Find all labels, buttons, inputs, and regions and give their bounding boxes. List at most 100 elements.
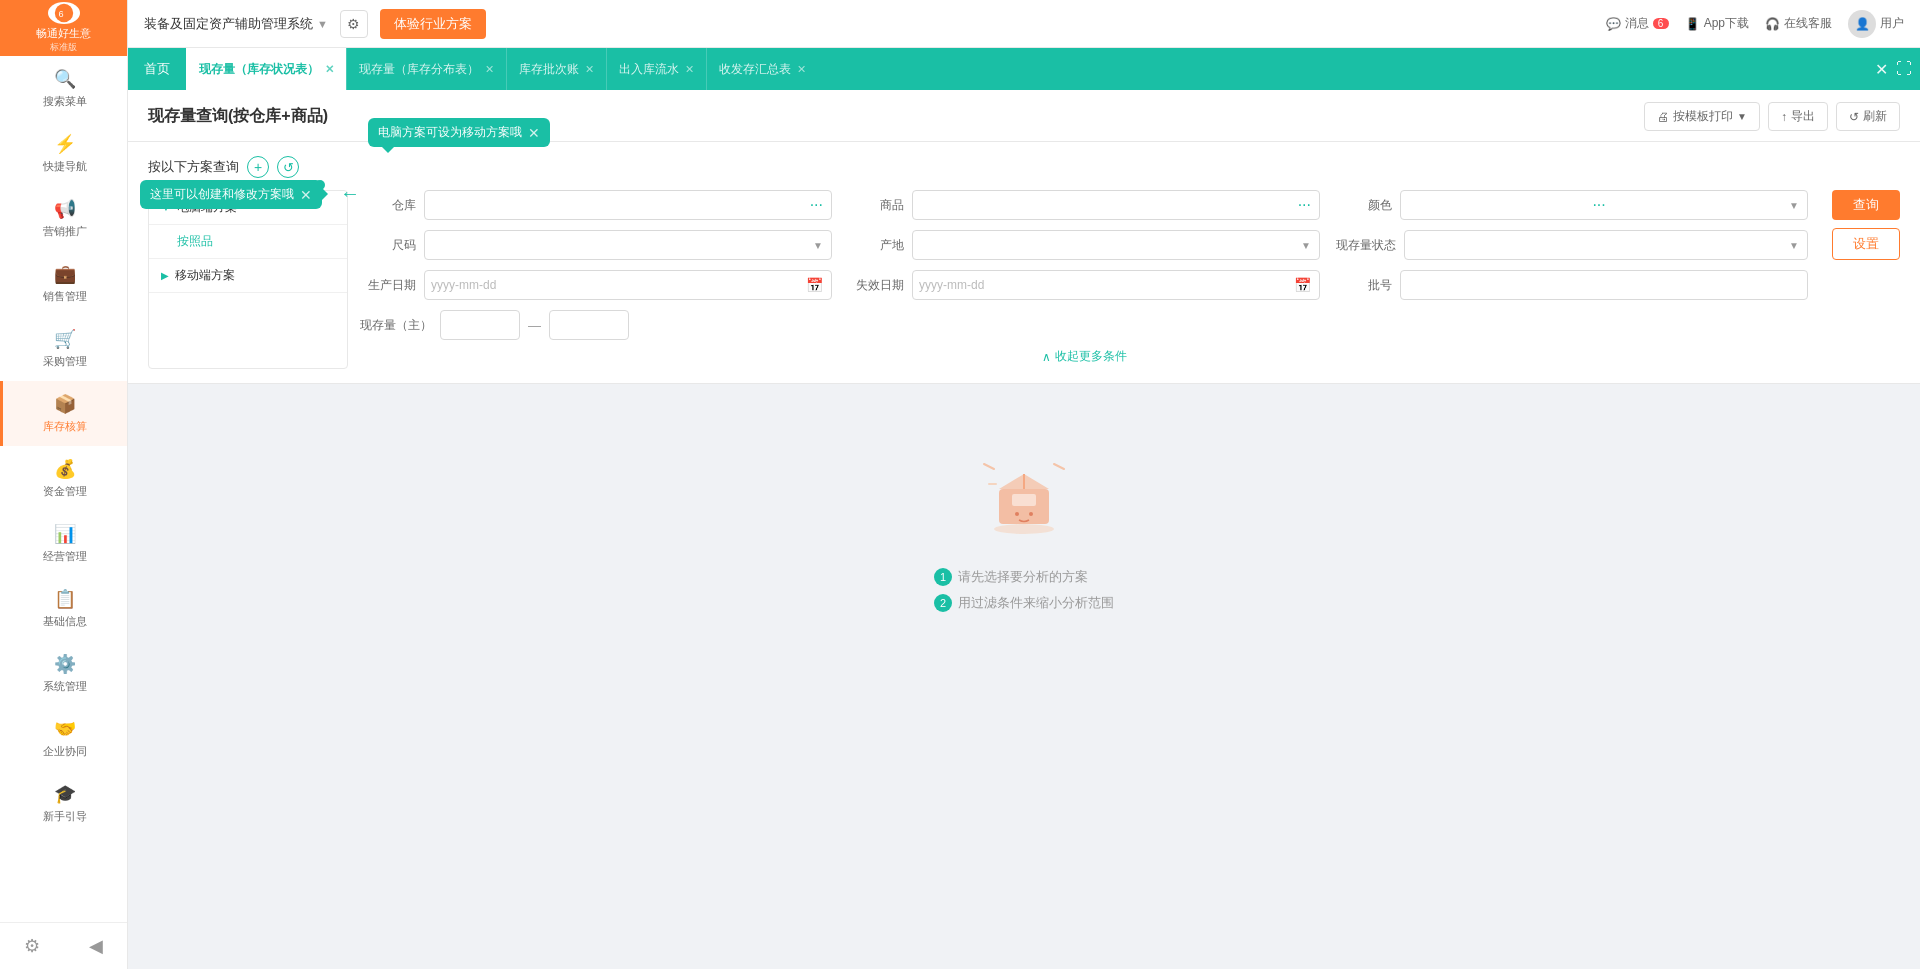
tooltip-scheme-edit: 这里可以创建和修改方案哦 ✕ xyxy=(140,180,322,209)
phone-icon: 📱 xyxy=(1685,17,1700,31)
filter-row-color: 颜色 ··· ▼ xyxy=(1336,190,1808,220)
calendar-produce-icon[interactable]: 📅 xyxy=(806,277,823,293)
tab-close-stock-status[interactable]: ✕ xyxy=(325,63,334,76)
tab-home-label: 首页 xyxy=(144,60,170,78)
add-scheme-btn[interactable]: + xyxy=(247,156,269,178)
collapse-btn-row[interactable]: ∧ 收起更多条件 xyxy=(360,340,1808,369)
template-print-btn[interactable]: 🖨 按模板打印 ▼ xyxy=(1644,102,1760,131)
filter-row-size: 尺码 ▼ xyxy=(360,230,832,260)
sidebar-item-finance[interactable]: 💰 资金管理 xyxy=(0,446,127,511)
goods-dots[interactable]: ··· xyxy=(1298,196,1311,214)
tab-close-stock-batch[interactable]: ✕ xyxy=(585,63,594,76)
settings-gear-btn[interactable]: ⚙ xyxy=(340,10,368,38)
reset-button[interactable]: 设置 xyxy=(1832,228,1900,260)
tab-stock-batch[interactable]: 库存批次账 ✕ xyxy=(506,48,606,90)
sidebar-label-enterprise: 企业协同 xyxy=(43,744,87,759)
stockstatus-select[interactable]: ▼ xyxy=(1404,230,1808,260)
tab-fullscreen-btn[interactable]: ⛶ xyxy=(1896,60,1912,78)
message-icon: 💬 xyxy=(1606,17,1621,31)
tab-close-summary[interactable]: ✕ xyxy=(797,63,806,76)
online-service-action[interactable]: 🎧 在线客服 xyxy=(1765,15,1832,32)
producedate-input[interactable]: yyyy-mm-dd 📅 xyxy=(424,270,832,300)
calendar-expire-icon[interactable]: 📅 xyxy=(1294,277,1311,293)
color-select[interactable]: ··· ▼ xyxy=(1400,190,1808,220)
tooltip1-close-btn[interactable]: ✕ xyxy=(528,125,540,141)
stockmain-label: 现存量（主） xyxy=(360,317,432,334)
sidebar-item-system[interactable]: ⚙️ 系统管理 xyxy=(0,641,127,706)
tooltip2-text: 这里可以创建和修改方案哦 xyxy=(150,186,294,203)
user-action[interactable]: 👤 用户 xyxy=(1848,10,1904,38)
search-button[interactable]: 查询 xyxy=(1832,190,1900,220)
service-icon: 🎧 xyxy=(1765,17,1780,31)
settings-bottom-btn[interactable]: ⚙ xyxy=(20,931,44,961)
refresh-btn[interactable]: ↺ 刷新 xyxy=(1836,102,1900,131)
sidebar-item-marketing[interactable]: 📢 营销推广 xyxy=(0,186,127,251)
scheme-item-mobile[interactable]: ▶ 移动端方案 xyxy=(149,259,347,293)
message-badge: 6 xyxy=(1653,18,1669,29)
expiredate-input[interactable]: yyyy-mm-dd 📅 xyxy=(912,270,1320,300)
sidebar-item-guide[interactable]: 🎓 新手引导 xyxy=(0,771,127,836)
tip-num-2: 2 xyxy=(934,594,952,612)
sidebar-item-sales[interactable]: 💼 销售管理 xyxy=(0,251,127,316)
warehouse-select[interactable]: ··· xyxy=(424,190,832,220)
export-icon: ↑ xyxy=(1781,110,1787,124)
color-dots[interactable]: ··· xyxy=(1592,196,1605,214)
batch-input[interactable] xyxy=(1400,270,1808,300)
app-download-action[interactable]: 📱 App下载 xyxy=(1685,15,1749,32)
tab-close-stock-dist[interactable]: ✕ xyxy=(485,63,494,76)
sidebar-label-system: 系统管理 xyxy=(43,679,87,694)
scheme-mobile-label: 移动端方案 xyxy=(175,267,335,284)
tab-home[interactable]: 首页 xyxy=(128,48,186,90)
tab-close-inout-flow[interactable]: ✕ xyxy=(685,63,694,76)
app-name: 畅通好生意 xyxy=(36,26,91,40)
stockmain-max-input[interactable] xyxy=(549,310,629,340)
producedate-placeholder: yyyy-mm-dd xyxy=(431,278,496,292)
sidebar-item-quicknav[interactable]: ⚡ 快捷导航 xyxy=(0,121,127,186)
user-label: 用户 xyxy=(1880,15,1904,32)
color-label: 颜色 xyxy=(1336,197,1392,214)
message-action[interactable]: 💬 消息 6 xyxy=(1606,15,1669,32)
filter-area: 按以下方案查询 + ↺ ← 电脑方案可设为移动方案哦 ✕ 这里可以创建和修改方案… xyxy=(128,142,1920,384)
refresh-icon: ↺ xyxy=(1849,110,1859,124)
tab-summary-label: 收发存汇总表 xyxy=(719,61,791,78)
warehouse-dots[interactable]: ··· xyxy=(810,196,823,214)
empty-illustration xyxy=(974,444,1074,544)
origin-select[interactable]: ▼ xyxy=(912,230,1320,260)
print-icon: 🖨 xyxy=(1657,110,1669,124)
chevron-down-color: ▼ xyxy=(1789,200,1799,211)
sidebar-label-quicknav: 快捷导航 xyxy=(43,159,87,174)
size-select[interactable]: ▼ xyxy=(424,230,832,260)
tab-stock-dist[interactable]: 现存量（库存分布表） ✕ xyxy=(346,48,506,90)
goods-label: 商品 xyxy=(848,197,904,214)
collapse-sidebar-btn[interactable]: ◀ xyxy=(85,931,107,961)
sidebar-item-search[interactable]: 🔍 搜索菜单 xyxy=(0,56,127,121)
app-download-label: App下载 xyxy=(1704,15,1749,32)
sidebar-label-marketing: 营销推广 xyxy=(43,224,87,239)
tip-text-2: 用过滤条件来缩小分析范围 xyxy=(958,590,1114,616)
sidebar-item-enterprise[interactable]: 🤝 企业协同 xyxy=(0,706,127,771)
sidebar-item-basic[interactable]: 📋 基础信息 xyxy=(0,576,127,641)
scheme-item-sub[interactable]: 按照品 xyxy=(149,225,347,259)
expiredate-label: 失效日期 xyxy=(848,277,904,294)
system-title-select[interactable]: 装备及固定资产辅助管理系统 ▼ xyxy=(144,15,328,33)
header-left: 装备及固定资产辅助管理系统 ▼ ⚙ 体验行业方案 xyxy=(144,9,486,39)
refresh-scheme-btn[interactable]: ↺ xyxy=(277,156,299,178)
industry-btn[interactable]: 体验行业方案 xyxy=(380,9,486,39)
tab-close-all-btn[interactable]: ✕ xyxy=(1875,60,1888,79)
tab-summary[interactable]: 收发存汇总表 ✕ xyxy=(706,48,818,90)
header-right: 💬 消息 6 📱 App下载 🎧 在线客服 👤 用户 xyxy=(1606,10,1904,38)
scheme-sub-label: 按照品 xyxy=(177,233,213,250)
guide-icon: 🎓 xyxy=(54,783,76,805)
tooltip2-close-btn[interactable]: ✕ xyxy=(300,187,312,203)
sidebar-item-operation[interactable]: 📊 经营管理 xyxy=(0,511,127,576)
stockmain-min-input[interactable] xyxy=(440,310,520,340)
sidebar-label-finance: 资金管理 xyxy=(43,484,87,499)
sidebar-item-purchase[interactable]: 🛒 采购管理 xyxy=(0,316,127,381)
tab-stock-status[interactable]: 现存量（库存状况表） ✕ xyxy=(186,48,346,90)
tab-inout-flow[interactable]: 出入库流水 ✕ xyxy=(606,48,706,90)
export-btn[interactable]: ↑ 导出 xyxy=(1768,102,1828,131)
sidebar-label-operation: 经营管理 xyxy=(43,549,87,564)
sidebar-item-stock[interactable]: 📦 库存核算 xyxy=(0,381,127,446)
svg-rect-6 xyxy=(1012,494,1036,506)
goods-select[interactable]: ··· xyxy=(912,190,1320,220)
